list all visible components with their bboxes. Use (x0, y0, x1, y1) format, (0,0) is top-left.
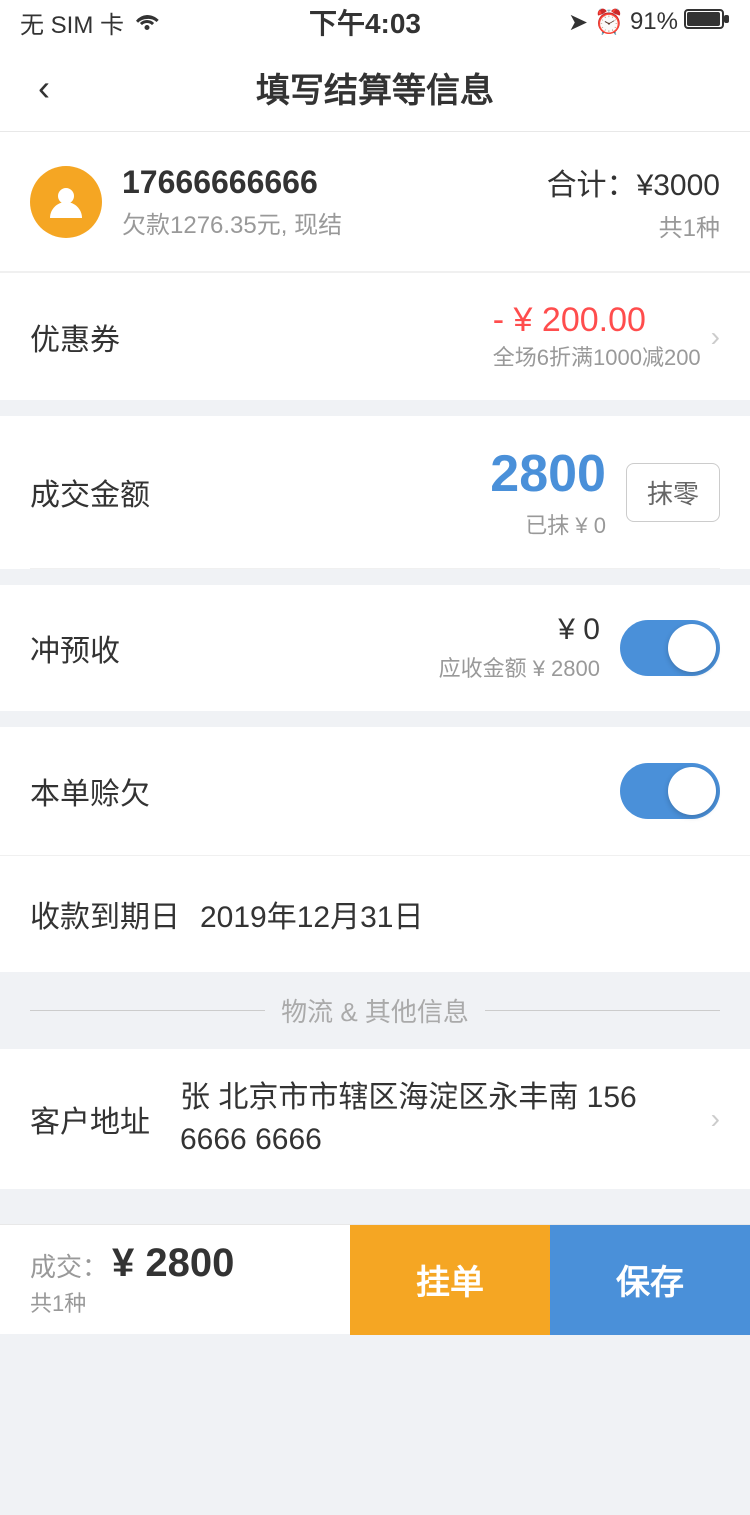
coupon-description: 全场6折满1000减200 (493, 340, 701, 372)
transaction-label: 成交金额 (30, 470, 150, 514)
customer-section: 17666666666 欠款1276.35元, 现结 合计：¥3000 共1种 … (0, 132, 750, 400)
debt-row: 本单赊欠 (0, 727, 750, 855)
back-button[interactable]: ‹ (28, 57, 60, 119)
bottom-bar: 成交： ¥ 2800 共1种 挂单 保存 (0, 1224, 750, 1334)
status-left: 无 SIM 卡 (20, 5, 162, 40)
duedate-row: 收款到期日 2019年12月31日 (0, 856, 750, 972)
avatar (30, 166, 102, 238)
pending-button[interactable]: 挂单 (350, 1225, 550, 1335)
customer-row: 17666666666 欠款1276.35元, 现结 合计：¥3000 共1种 (0, 132, 750, 271)
debt-label: 本单赊欠 (30, 769, 150, 813)
divider-line-left (30, 1010, 265, 1011)
debt-section: 本单赊欠 收款到期日 2019年12月31日 (0, 727, 750, 972)
bottom-count: 共1种 (30, 1286, 320, 1318)
address-value: 张 北京市市辖区海淀区永丰南 156 6666 6666 (180, 1077, 711, 1161)
transaction-amount: 2800 (490, 444, 606, 504)
duedate-label: 收款到期日 (30, 892, 180, 936)
status-bar: 无 SIM 卡 下午4:03 ➤ ⏰ 91% (0, 0, 750, 44)
sim-status: 无 SIM 卡 (20, 5, 124, 40)
transaction-section: 成交金额 2800 已抹 ¥ 0 抹零 (0, 416, 750, 569)
duedate-value: 2019年12月31日 (200, 892, 423, 936)
prereceive-row: 冲预收 ¥ 0 应收金额 ¥ 2800 (0, 585, 750, 711)
address-chevron-icon: › (711, 1103, 720, 1135)
item-count: 共1种 (547, 208, 720, 243)
address-row[interactable]: 客户地址 张 北京市市辖区海淀区永丰南 156 6666 6666 › (0, 1049, 750, 1189)
nav-bar: ‹ 填写结算等信息 (0, 44, 750, 132)
logistics-label: 物流 & 其他信息 (281, 992, 469, 1029)
customer-total: 合计：¥3000 共1种 (547, 160, 720, 243)
coupon-label: 优惠券 (30, 315, 120, 359)
prereceive-toggle[interactable] (620, 620, 720, 676)
wifi-icon (132, 8, 162, 37)
chevron-right-icon: › (711, 321, 720, 353)
total-amount: 合计：¥3000 (547, 160, 720, 204)
status-time: 下午4:03 (309, 2, 421, 42)
battery-percent: 91% (630, 8, 678, 36)
coupon-row[interactable]: 优惠券 - ¥ 200.00 全场6折满1000减200 › (0, 272, 750, 400)
coupon-amount: - ¥ 200.00 (493, 301, 701, 340)
divider-line-right (485, 1010, 720, 1011)
round-button[interactable]: 抹零 (626, 463, 720, 522)
status-right: ➤ ⏰ 91% (568, 7, 730, 38)
alarm-icon: ⏰ (594, 8, 624, 37)
bottom-spacer (0, 1405, 750, 1515)
customer-debt: 欠款1276.35元, 现结 (122, 205, 342, 240)
bottom-summary: 成交： ¥ 2800 共1种 (0, 1241, 350, 1318)
toggle-knob (668, 624, 716, 672)
debt-toggle-knob (668, 767, 716, 815)
transaction-row: 成交金额 2800 已抹 ¥ 0 抹零 (30, 416, 720, 568)
deal-label: 成交： (30, 1247, 108, 1284)
debt-toggle[interactable] (620, 763, 720, 819)
prereceive-label: 冲预收 (30, 626, 120, 670)
location-icon: ➤ (568, 8, 588, 37)
address-section: 客户地址 张 北京市市辖区海淀区永丰南 156 6666 6666 › (0, 1049, 750, 1189)
transaction-sub: 已抹 ¥ 0 (490, 508, 606, 540)
logistics-divider: 物流 & 其他信息 (0, 972, 750, 1049)
prereceive-amount: ¥ 0 (439, 613, 600, 647)
prereceive-section: 冲预收 ¥ 0 应收金额 ¥ 2800 (0, 585, 750, 711)
row-divider-2 (30, 568, 720, 569)
save-button[interactable]: 保存 (550, 1225, 750, 1335)
address-label: 客户地址 (30, 1097, 150, 1141)
page-title: 填写结算等信息 (256, 63, 494, 112)
bottom-amount: ¥ 2800 (112, 1241, 234, 1286)
customer-phone: 17666666666 (122, 164, 342, 201)
prereceive-sub: 应收金额 ¥ 2800 (439, 651, 600, 683)
battery-icon (684, 7, 730, 38)
